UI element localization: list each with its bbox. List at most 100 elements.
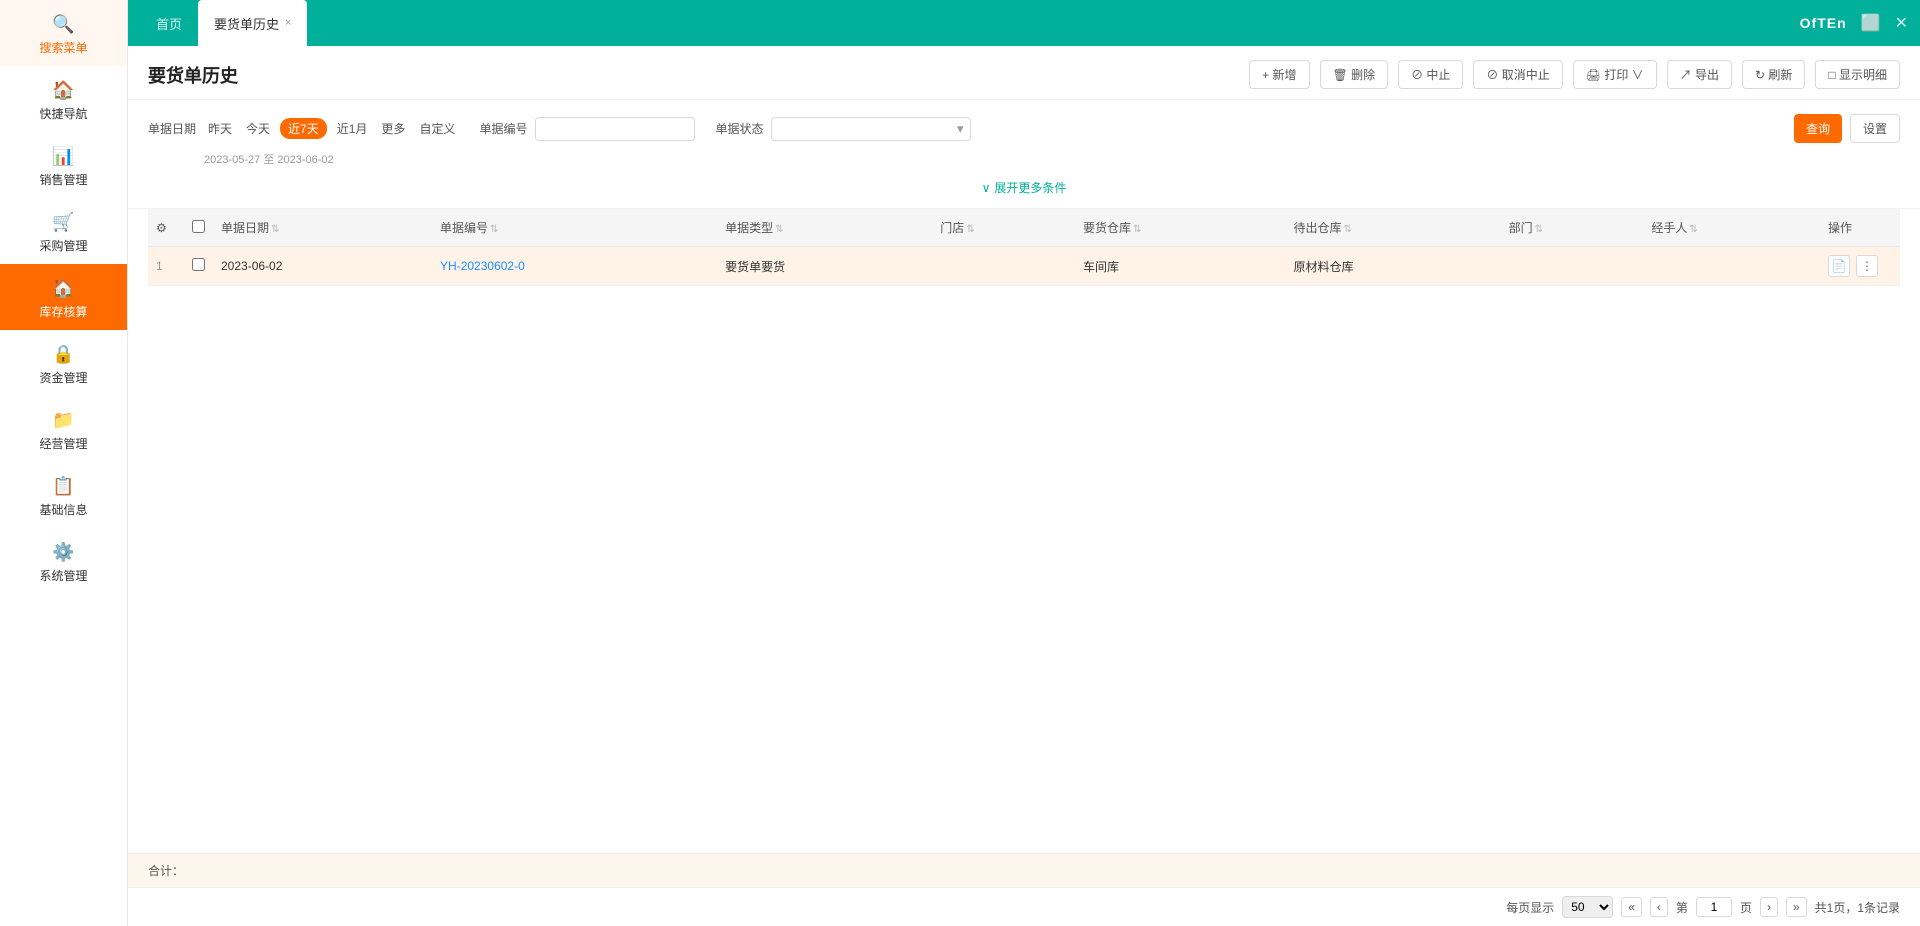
sort-icon-department[interactable]: ⇅ <box>1535 224 1543 235</box>
date-shortcut-custom[interactable]: 自定义 <box>415 118 459 139</box>
doc-no-link[interactable]: YH-20230602-0 <box>440 259 525 273</box>
th-checkbox[interactable] <box>184 209 213 247</box>
sidebar-item-label: 销售管理 <box>39 171 87 188</box>
last-page-btn[interactable]: » <box>1786 897 1807 917</box>
sidebar-item-label: 经营管理 <box>39 435 87 452</box>
sort-icon-handler[interactable]: ⇅ <box>1689 224 1697 235</box>
quick-nav-icon: 🏠 <box>52 80 74 101</box>
row-checkbox-cell[interactable] <box>184 247 213 286</box>
next-page-btn[interactable]: › <box>1760 897 1778 917</box>
row-handler <box>1643 247 1820 286</box>
sort-icon-doc-no[interactable]: ⇅ <box>490 224 498 235</box>
cancel-stop-button[interactable]: ⊘ 取消中止 <box>1473 60 1562 89</box>
sidebar-item-capital-mgmt[interactable]: 🔒资金管理 <box>0 330 127 396</box>
close-btn[interactable]: ✕ <box>1895 13 1908 33</box>
header-buttons: + 新增 🗑 删除 ⊘ 中止 ⊘ 取消中止 🖨 打印 ∨ ↗ 导出 ↻ 刷新 □ 显示明细 <box>1249 60 1900 89</box>
date-shortcut-last1month[interactable]: 近1月 <box>333 118 372 139</box>
date-range-text: 2023-05-27 至 2023-06-02 <box>204 154 334 166</box>
sort-icon-pending-warehouse[interactable]: ⇅ <box>1344 224 1352 235</box>
sidebar-item-label: 搜索菜单 <box>39 39 87 56</box>
main-table: ⚙ 单据日期⇅ 单据编号⇅ 单据类型⇅ 门店⇅ 要货仓库⇅ 待出仓库⇅ 部门⇅ … <box>148 209 1900 286</box>
sort-icon-date[interactable]: ⇅ <box>271 224 279 235</box>
th-req-warehouse: 要货仓库⇅ <box>1075 209 1286 247</box>
print-button[interactable]: 🖨 打印 ∨ <box>1573 60 1657 89</box>
page-suffix: 页 <box>1740 899 1752 916</box>
pagination: 每页显示 2050100 « ‹ 第 页 › » 共1页，1条记录 <box>128 887 1920 926</box>
sales-mgmt-icon: 📊 <box>52 146 74 167</box>
sort-icon-req-warehouse[interactable]: ⇅ <box>1133 224 1141 235</box>
sidebar-item-label: 库存核算 <box>39 303 87 320</box>
expand-label: 展开更多条件 <box>994 179 1066 196</box>
row-actions: 📄 ⋮ <box>1820 247 1900 286</box>
tab-requisition-history[interactable]: 要货单历史× <box>198 0 307 46</box>
date-shortcut-last7days[interactable]: 近7天 <box>280 118 327 139</box>
th-department: 部门⇅ <box>1501 209 1644 247</box>
first-page-btn[interactable]: « <box>1621 897 1642 917</box>
operations-mgmt-icon: 📁 <box>52 410 74 431</box>
sidebar-item-purchase-mgmt[interactable]: 🛒采购管理 <box>0 198 127 264</box>
brand-label: OfTEn <box>1800 15 1847 31</box>
stop-button[interactable]: ⊘ 中止 <box>1398 60 1463 89</box>
date-shortcut-today[interactable]: 今天 <box>242 118 274 139</box>
tab-close-icon[interactable]: × <box>285 17 291 29</box>
table-header-row: ⚙ 单据日期⇅ 单据编号⇅ 单据类型⇅ 门店⇅ 要货仓库⇅ 待出仓库⇅ 部门⇅ … <box>148 209 1900 247</box>
new-button[interactable]: + 新增 <box>1249 60 1309 89</box>
sort-icon-store[interactable]: ⇅ <box>966 224 974 235</box>
chevron-down-icon: ∨ <box>982 181 991 195</box>
row-doc-no: YH-20230602-0 <box>432 247 717 286</box>
inventory-calc-icon: 🏠 <box>52 278 74 299</box>
maximize-btn[interactable]: ⬜ <box>1861 13 1881 33</box>
page-input[interactable] <box>1696 897 1732 917</box>
sidebar-item-label: 快捷导航 <box>39 105 87 122</box>
sidebar-item-search-menu[interactable]: 🔍 搜索菜单 <box>0 0 127 66</box>
date-shortcut-yesterday[interactable]: 昨天 <box>204 118 236 139</box>
sidebar-item-label: 基础信息 <box>39 501 87 518</box>
refresh-button[interactable]: ↻ 刷新 <box>1742 60 1805 89</box>
basic-info-icon: 📋 <box>52 476 74 497</box>
sidebar-item-inventory-calc[interactable]: 🏠 库存核算 <box>0 264 127 330</box>
row-doc-type: 要货单要货 <box>717 247 932 286</box>
filter-row-1: 单据日期 昨天今天近7天近1月更多自定义 单据编号 单据状态 ▾ <box>148 114 1900 143</box>
th-doc-type: 单据类型⇅ <box>717 209 932 247</box>
table-wrapper: ⚙ 单据日期⇅ 单据编号⇅ 单据类型⇅ 门店⇅ 要货仓库⇅ 待出仓库⇅ 部门⇅ … <box>128 209 1920 853</box>
prev-page-btn[interactable]: ‹ <box>1650 897 1668 917</box>
table-footer: 合计： <box>128 853 1920 887</box>
expand-more-btn[interactable]: ∨ 展开更多条件 <box>148 175 1900 200</box>
per-page-select[interactable]: 2050100 <box>1562 896 1613 918</box>
filter-bar: 单据日期 昨天今天近7天近1月更多自定义 单据编号 单据状态 ▾ <box>128 100 1920 209</box>
sort-icon-doc-type[interactable]: ⇅ <box>775 224 783 235</box>
th-actions: 操作 <box>1820 209 1900 247</box>
total-label: 合计： <box>148 862 184 879</box>
sidebar-item-quick-nav[interactable]: 🏠 快捷导航 <box>0 66 127 132</box>
tab-home[interactable]: 首页 <box>140 0 198 46</box>
status-select[interactable] <box>771 117 971 141</box>
settings-button[interactable]: 设置 <box>1850 114 1900 143</box>
row-date: 2023-06-02 <box>213 247 432 286</box>
main-area: 首页要货单历史× OfTEn ⬜ ✕ 要货单历史 + 新增🗑 删除⊘ 中止⊘ 取… <box>128 0 1920 926</box>
topbar-actions: OfTEn ⬜ ✕ <box>1800 13 1908 33</box>
system-mgmt-icon: ⚙️ <box>52 542 74 563</box>
sidebar-item-operations-mgmt[interactable]: 📁 经营管理 <box>0 396 127 462</box>
sidebar-item-sales-mgmt[interactable]: 📊 销售管理 <box>0 132 127 198</box>
doc-number-input[interactable] <box>535 117 695 141</box>
date-shortcut-more[interactable]: 更多 <box>377 118 409 139</box>
page-label: 第 <box>1676 899 1688 916</box>
row-num: 1 <box>148 247 184 286</box>
query-button[interactable]: 查询 <box>1794 114 1842 143</box>
sidebar-item-label: 系统管理 <box>39 567 87 584</box>
th-doc-no: 单据编号⇅ <box>432 209 717 247</box>
select-all-checkbox[interactable] <box>192 220 205 233</box>
delete-button[interactable]: 🗑 删除 <box>1320 60 1389 89</box>
sidebar-item-system-mgmt[interactable]: ⚙️ 系统管理 <box>0 528 127 594</box>
export-button[interactable]: ↗ 导出 <box>1667 60 1732 89</box>
edit-icon[interactable]: 📄 <box>1828 255 1850 277</box>
sidebar-item-basic-info[interactable]: 📋 基础信息 <box>0 462 127 528</box>
more-icon[interactable]: ⋮ <box>1856 255 1878 277</box>
th-store: 门店⇅ <box>932 209 1075 247</box>
th-settings[interactable]: ⚙ <box>148 209 184 247</box>
row-checkbox[interactable] <box>192 258 205 271</box>
row-req-warehouse: 车间库 <box>1075 247 1286 286</box>
show-detail-button[interactable]: □ 显示明细 <box>1815 60 1900 89</box>
search-menu-icon: 🔍 <box>52 14 74 35</box>
row-department <box>1501 247 1644 286</box>
